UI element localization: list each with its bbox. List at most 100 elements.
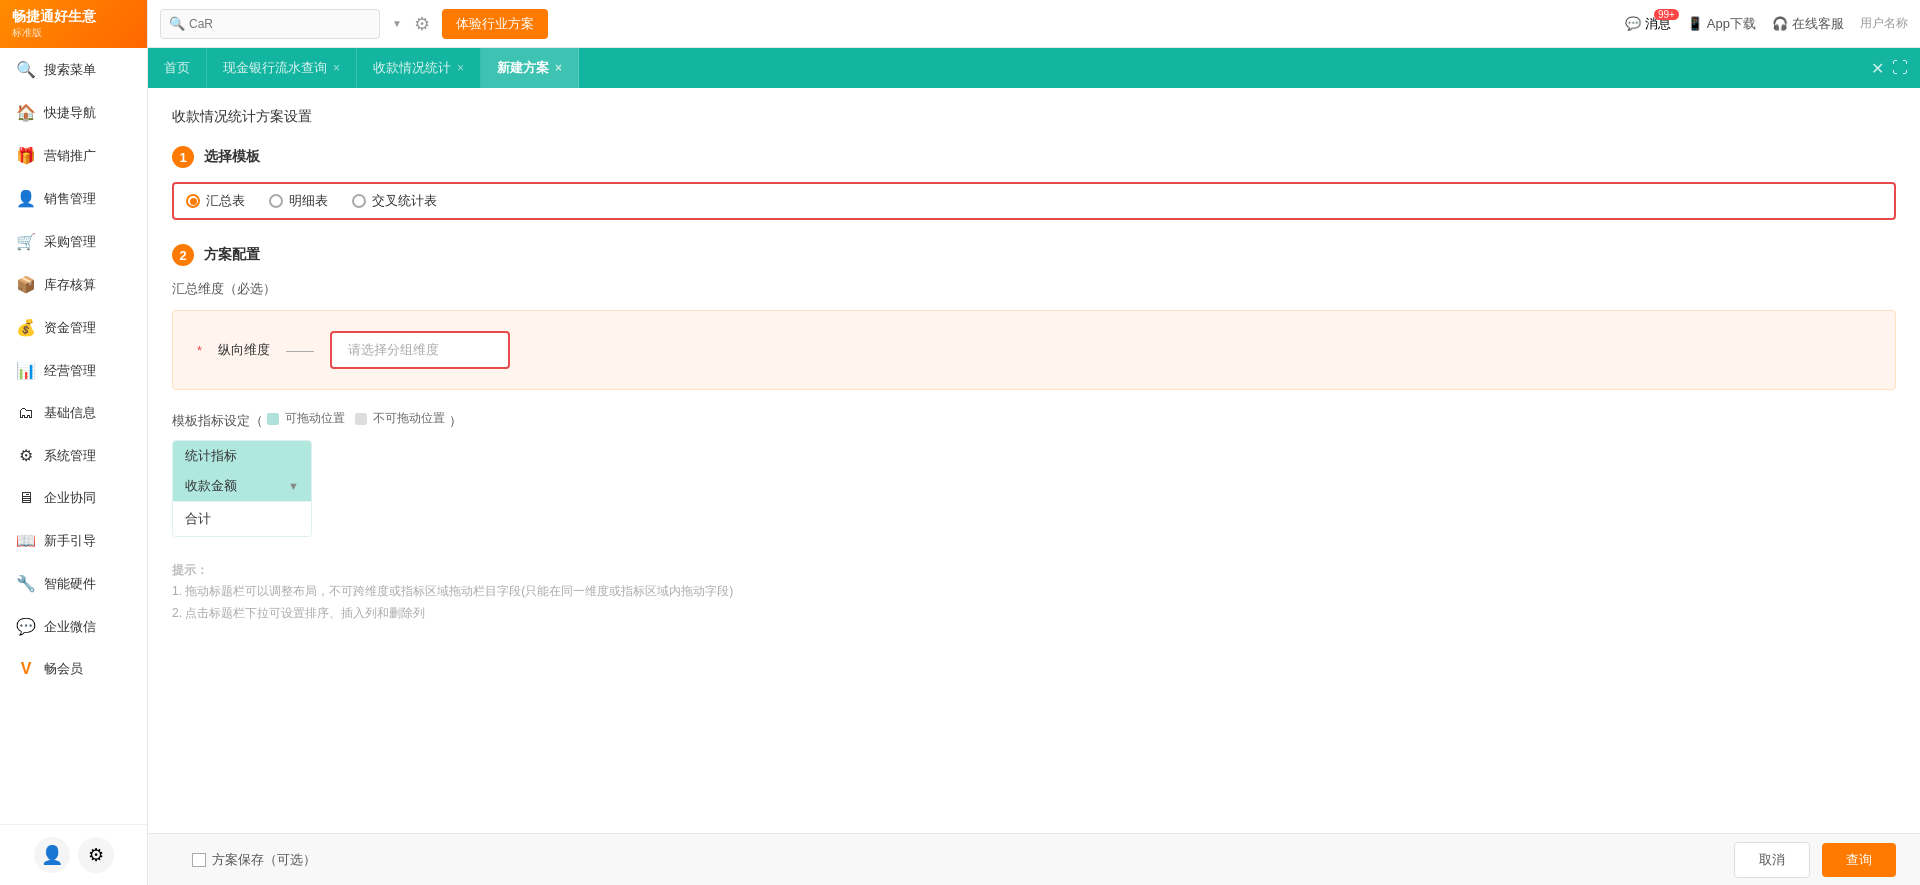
hardware-icon: 🔧 <box>16 574 36 593</box>
search-input[interactable] <box>189 17 371 31</box>
cancel-button[interactable]: 取消 <box>1734 842 1810 878</box>
draggable-dot <box>267 413 279 425</box>
tab-label: 现金银行流水查询 <box>223 59 327 77</box>
sidebar-item-label: 基础信息 <box>44 404 96 422</box>
sidebar-item-enterprise[interactable]: 🖥 企业协同 <box>0 477 147 519</box>
tips-title: 提示： <box>172 563 208 577</box>
indicator-settings: 模板指标设定（ 可拖动位置 不可拖动位置 ） <box>172 410 1896 540</box>
template-options: 汇总表 明细表 交叉统计表 <box>172 182 1896 220</box>
download-icon: 📱 <box>1687 16 1703 31</box>
stats-col-header[interactable]: 收款金额 ▼ <box>173 471 311 501</box>
notification-button[interactable]: 💬 消息 99+ <box>1625 15 1671 33</box>
step1-header: 1 选择模板 <box>172 146 1896 168</box>
radio-cross[interactable]: 交叉统计表 <box>352 192 437 210</box>
dropdown-icon: ▼ <box>288 480 299 492</box>
sidebar-item-inventory[interactable]: 📦 库存核算 <box>0 263 147 306</box>
tabbar-controls: ✕ ⛶ <box>1859 48 1920 88</box>
content-area: 收款情况统计方案设置 1 选择模板 汇总表 明细表 <box>148 88 1920 833</box>
step1-num: 1 <box>172 146 194 168</box>
sidebar-item-label: 资金管理 <box>44 319 96 337</box>
step1-title: 选择模板 <box>204 148 260 166</box>
folder-icon: 🗂 <box>16 404 36 422</box>
stats-table-header: 统计指标 <box>173 441 311 471</box>
close-window-icon[interactable]: ✕ <box>1871 59 1884 78</box>
sidebar-item-basic-info[interactable]: 🗂 基础信息 <box>0 392 147 434</box>
tab-close-icon[interactable]: × <box>555 61 562 75</box>
tab-new-plan[interactable]: 新建方案 × <box>481 48 579 88</box>
gift-icon: 🎁 <box>16 146 36 165</box>
stats-header-label: 统计指标 <box>185 447 237 465</box>
sidebar-item-label: 采购管理 <box>44 233 96 251</box>
save-checkbox[interactable] <box>192 853 206 867</box>
sidebar-item-purchase[interactable]: 🛒 采购管理 <box>0 220 147 263</box>
indicator-header: 模板指标设定（ 可拖动位置 不可拖动位置 ） <box>172 410 1896 430</box>
home-icon: 🏠 <box>16 103 36 122</box>
app-version: 标准版 <box>12 26 96 40</box>
step2-title: 方案配置 <box>204 246 260 264</box>
sidebar-item-marketing[interactable]: 🎁 营销推广 <box>0 134 147 177</box>
sidebar-item-label: 企业微信 <box>44 618 96 636</box>
gear-icon: ⚙ <box>16 446 36 465</box>
tab-label: 收款情况统计 <box>373 59 451 77</box>
service-button[interactable]: 🎧 在线客服 <box>1772 15 1844 33</box>
stats-table: 统计指标 收款金额 ▼ 合计 <box>172 440 312 537</box>
radio-label-cross: 交叉统计表 <box>372 192 437 210</box>
tab-label: 新建方案 <box>497 59 549 77</box>
tips-section: 提示： 1. 拖动标题栏可以调整布局，不可跨维度或指标区域拖动栏目字段(只能在同… <box>172 560 1896 625</box>
tab-close-icon[interactable]: × <box>333 61 340 75</box>
main-area: 🔍 ▼ ⚙ 体验行业方案 💬 消息 99+ 📱 App下载 🎧 在线客服 用户名… <box>148 0 1920 885</box>
radio-label-summary: 汇总表 <box>206 192 245 210</box>
sidebar-item-label: 快捷导航 <box>44 104 96 122</box>
radio-detail[interactable]: 明细表 <box>269 192 328 210</box>
sidebar-item-finance[interactable]: 💰 资金管理 <box>0 306 147 349</box>
indicator-label: 模板指标设定（ 可拖动位置 不可拖动位置 ） <box>172 410 462 430</box>
tab-collection-stats[interactable]: 收款情况统计 × <box>357 48 481 88</box>
sidebar-item-label: 智能硬件 <box>44 575 96 593</box>
sidebar-item-wechat[interactable]: 💬 企业微信 <box>0 605 147 648</box>
tip-item-1: 1. 拖动标题栏可以调整布局，不可跨维度或指标区域拖动栏目字段(只能在同一维度或… <box>172 581 1896 603</box>
tip-item-2: 2. 点击标题栏下拉可设置排序、插入列和删除列 <box>172 603 1896 625</box>
sidebar-item-quick-nav[interactable]: 🏠 快捷导航 <box>0 91 147 134</box>
search-box[interactable]: 🔍 <box>160 9 380 39</box>
trial-button[interactable]: 体验行业方案 <box>442 9 548 39</box>
sidebar-item-operations[interactable]: 📊 经营管理 <box>0 349 147 392</box>
settings-icon[interactable]: ⚙ <box>78 837 114 873</box>
sidebar-item-search[interactable]: 🔍 搜索菜单 <box>0 48 147 91</box>
sidebar-item-system[interactable]: ⚙ 系统管理 <box>0 434 147 477</box>
chevron-down-icon[interactable]: ▼ <box>392 18 402 29</box>
arrow-icon: —— <box>286 342 314 358</box>
sidebar-item-member[interactable]: V 畅会员 <box>0 648 147 690</box>
sidebar-item-sales[interactable]: 👤 销售管理 <box>0 177 147 220</box>
download-button[interactable]: 📱 App下载 <box>1687 15 1756 33</box>
required-mark: * <box>197 343 202 358</box>
sidebar-item-label: 新手引导 <box>44 532 96 550</box>
cart-icon: 🛒 <box>16 232 36 251</box>
sidebar-item-label: 系统管理 <box>44 447 96 465</box>
gear-icon[interactable]: ⚙ <box>414 13 430 35</box>
save-option[interactable]: 方案保存（可选） <box>192 851 316 869</box>
tab-bank-flow[interactable]: 现金银行流水查询 × <box>207 48 357 88</box>
app-name: 畅捷通好生意 <box>12 8 96 26</box>
tab-close-icon[interactable]: × <box>457 61 464 75</box>
wechat-icon: 💬 <box>16 617 36 636</box>
step1-section: 1 选择模板 汇总表 明细表 交叉统计表 <box>172 146 1896 220</box>
notification-icon: 💬 <box>1625 16 1641 31</box>
app-logo: 畅捷通好生意 标准版 <box>0 0 147 48</box>
sidebar-item-label: 企业协同 <box>44 489 96 507</box>
query-button[interactable]: 查询 <box>1822 843 1896 877</box>
sidebar-item-guide[interactable]: 📖 新手引导 <box>0 519 147 562</box>
user-avatar[interactable]: 👤 <box>34 837 70 873</box>
chart-icon: 📊 <box>16 361 36 380</box>
maximize-icon[interactable]: ⛶ <box>1892 59 1908 77</box>
sidebar-item-hardware[interactable]: 🔧 智能硬件 <box>0 562 147 605</box>
dimension-selector[interactable]: 请选择分组维度 <box>330 331 510 369</box>
book-icon: 📖 <box>16 531 36 550</box>
radio-summary[interactable]: 汇总表 <box>186 192 245 210</box>
tab-home[interactable]: 首页 <box>148 48 207 88</box>
dimension-row: * 纵向维度 —— 请选择分组维度 <box>197 331 1871 369</box>
save-label: 方案保存（可选） <box>212 851 316 869</box>
radio-label-detail: 明细表 <box>289 192 328 210</box>
monitor-icon: 🖥 <box>16 489 36 507</box>
notification-count: 99+ <box>1654 9 1679 20</box>
dimension-area: * 纵向维度 —— 请选择分组维度 <box>172 310 1896 390</box>
